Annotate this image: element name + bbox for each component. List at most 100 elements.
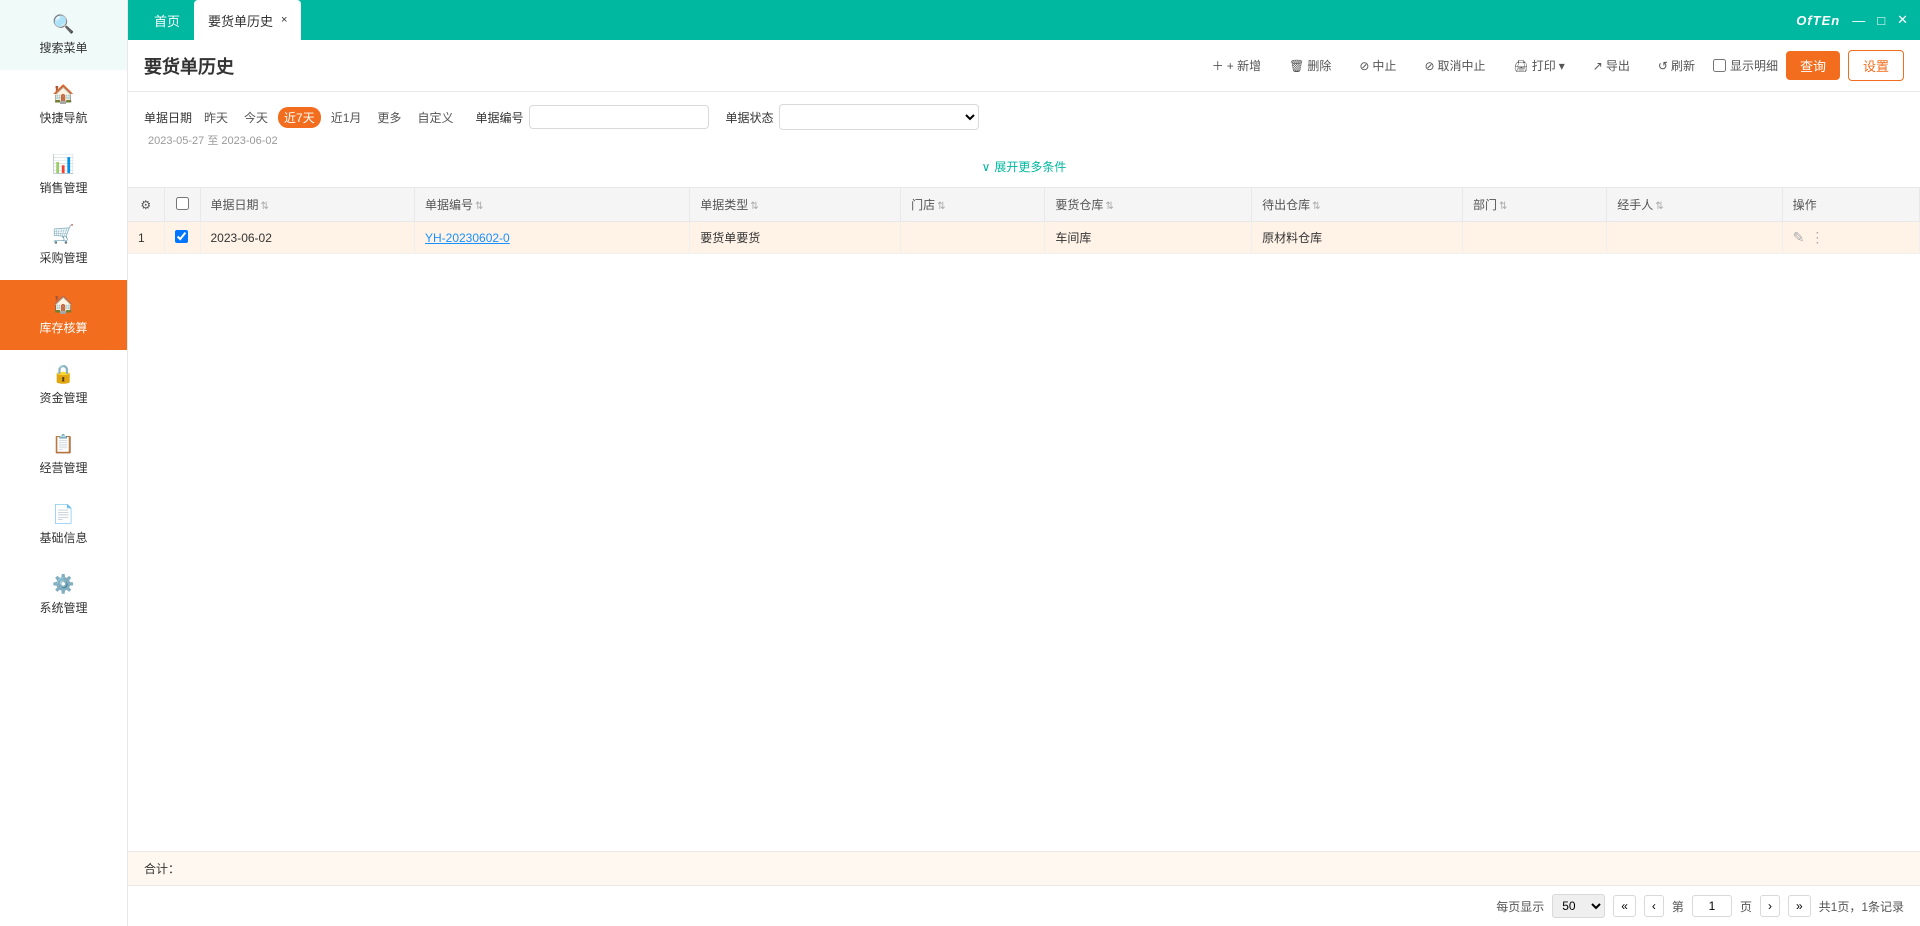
- data-table: ⚙ 单据日期⇅ 单据编号⇅ 单据类型⇅: [128, 188, 1920, 254]
- cancel-stop-button[interactable]: ⊘ 取消中止: [1414, 52, 1495, 79]
- doc-number-label: 单据编号: [475, 109, 523, 126]
- sidebar-item-search-menu[interactable]: 🔍 搜索菜单: [0, 0, 127, 70]
- basic-info-icon: 📄: [52, 504, 74, 525]
- filter-bar: 单据日期 昨天 今天 近7天 近1月 更多 自定义 单据编号: [128, 92, 1920, 188]
- system-icon: ⚙️: [52, 574, 74, 595]
- td-doc-number[interactable]: YH-20230602-0: [414, 222, 689, 254]
- th-pending-warehouse[interactable]: 待出仓库⇅: [1252, 188, 1463, 222]
- refresh-button[interactable]: ↺ 刷新: [1648, 52, 1705, 79]
- delete-button[interactable]: 🗑 删除: [1279, 52, 1341, 79]
- sidebar: 🔍 搜索菜单 🏠 快捷导航 📊 销售管理 🛒 采购管理 🏠 库存核算 🔒 资金管…: [0, 0, 128, 926]
- date-btn-custom[interactable]: 自定义: [411, 107, 459, 128]
- sidebar-item-finance-mgmt[interactable]: 🔒 资金管理: [0, 350, 127, 420]
- sidebar-item-operations-mgmt[interactable]: 📋 经营管理: [0, 420, 127, 490]
- th-doc-type[interactable]: 单据类型⇅: [690, 188, 901, 222]
- sidebar-item-sales-mgmt[interactable]: 📊 销售管理: [0, 140, 127, 210]
- last-page-btn[interactable]: »: [1788, 895, 1811, 917]
- sidebar-item-inventory[interactable]: 🏠 库存核算: [0, 280, 127, 350]
- cancel-stop-label: 取消中止: [1438, 57, 1486, 74]
- export-button[interactable]: ↗ 导出: [1583, 52, 1640, 79]
- sort-icon-handler: ⇅: [1655, 201, 1663, 212]
- close-window-icon[interactable]: ✕: [1897, 12, 1908, 28]
- delete-icon: 🗑: [1289, 59, 1304, 73]
- doc-number-input[interactable]: [529, 105, 709, 129]
- page-suffix: 页: [1740, 898, 1752, 915]
- maximize-icon[interactable]: □: [1877, 13, 1885, 28]
- sidebar-item-quick-nav[interactable]: 🏠 快捷导航: [0, 70, 127, 140]
- td-index: 1: [128, 222, 164, 254]
- per-page-select[interactable]: 50 20 100: [1552, 894, 1605, 918]
- show-detail-checkbox-input[interactable]: [1713, 59, 1726, 72]
- cancel-stop-icon: ⊘: [1424, 59, 1434, 73]
- page-header: 要货单历史 ＋ + 新增 🗑 删除 ⊘ 中止 ⊘ 取消中止: [128, 40, 1920, 92]
- doc-number-link[interactable]: YH-20230602-0: [425, 231, 510, 245]
- page-input[interactable]: [1692, 895, 1732, 917]
- sort-icon-date: ⇅: [261, 201, 269, 212]
- date-btn-more[interactable]: 更多: [371, 107, 407, 128]
- th-doc-date[interactable]: 单据日期⇅: [200, 188, 414, 222]
- date-btn-1month[interactable]: 近1月: [325, 107, 368, 128]
- minimize-icon[interactable]: —: [1852, 13, 1865, 28]
- toolbar: ＋ + 新增 🗑 删除 ⊘ 中止 ⊘ 取消中止 🖨 打印: [1202, 50, 1904, 81]
- sidebar-item-label: 系统管理: [39, 599, 87, 616]
- export-icon: ↗: [1593, 59, 1603, 73]
- main-area: 首页 要货单历史 × OfTEn — □ ✕ 要货单历史 ＋ + 新增 🗑: [128, 0, 1920, 926]
- table-footer: 合计：: [128, 851, 1920, 885]
- td-pending-warehouse: 原材料仓库: [1252, 222, 1463, 254]
- select-all-checkbox[interactable]: [176, 197, 189, 210]
- tab-active[interactable]: 要货单历史 ×: [194, 0, 301, 40]
- date-btn-yesterday[interactable]: 昨天: [198, 107, 234, 128]
- th-store[interactable]: 门店⇅: [901, 188, 1045, 222]
- export-label: 导出: [1606, 57, 1630, 74]
- row-checkbox[interactable]: [175, 230, 188, 243]
- inventory-icon: 🏠: [52, 294, 74, 315]
- filter-row: 单据日期 昨天 今天 近7天 近1月 更多 自定义 单据编号: [144, 104, 1904, 130]
- th-req-warehouse[interactable]: 要货仓库⇅: [1045, 188, 1252, 222]
- sidebar-item-purchase-mgmt[interactable]: 🛒 采购管理: [0, 210, 127, 280]
- delete-label: 删除: [1307, 57, 1331, 74]
- td-actions: ✎ ⋮: [1782, 222, 1919, 254]
- expand-more-btn[interactable]: ∨ 展开更多条件: [144, 154, 1904, 179]
- sidebar-item-label: 资金管理: [39, 389, 87, 406]
- show-detail-toggle[interactable]: 显示明细: [1713, 57, 1778, 74]
- td-department: [1462, 222, 1606, 254]
- new-label: + 新增: [1227, 57, 1261, 74]
- print-button[interactable]: 🖨 打印 ▾: [1504, 52, 1575, 79]
- th-handler[interactable]: 经手人⇅: [1607, 188, 1782, 222]
- total-info: 共1页，1条记录: [1819, 898, 1904, 915]
- purchase-icon: 🛒: [52, 224, 74, 245]
- sidebar-item-system-mgmt[interactable]: ⚙️ 系统管理: [0, 560, 127, 630]
- tab-home[interactable]: 首页: [140, 0, 194, 40]
- per-page-label: 每页显示: [1496, 898, 1544, 915]
- date-range-text: 2023-05-27 至 2023-06-02: [148, 135, 278, 147]
- sort-icon-req-wh: ⇅: [1105, 201, 1113, 212]
- doc-status-select[interactable]: [779, 104, 979, 130]
- date-btn-today[interactable]: 今天: [238, 107, 274, 128]
- row-edit-icon[interactable]: ✎: [1793, 229, 1805, 246]
- settings-button[interactable]: 设置: [1848, 50, 1904, 81]
- th-settings[interactable]: ⚙: [128, 188, 164, 222]
- th-checkbox[interactable]: [164, 188, 200, 222]
- th-doc-number[interactable]: 单据编号⇅: [414, 188, 689, 222]
- total-label: 合计：: [144, 862, 180, 876]
- quick-nav-icon: 🏠: [52, 84, 74, 105]
- first-page-btn[interactable]: «: [1613, 895, 1636, 917]
- td-checkbox[interactable]: [164, 222, 200, 254]
- stop-button[interactable]: ⊘ 中止: [1349, 52, 1406, 79]
- prev-page-btn[interactable]: ‹: [1644, 895, 1664, 917]
- query-button[interactable]: 查询: [1786, 51, 1840, 80]
- th-department[interactable]: 部门⇅: [1462, 188, 1606, 222]
- sidebar-item-label: 库存核算: [39, 319, 87, 336]
- new-button[interactable]: ＋ + 新增: [1202, 52, 1271, 79]
- stop-label: 中止: [1372, 57, 1396, 74]
- stop-icon: ⊘: [1359, 59, 1369, 73]
- row-more-icon[interactable]: ⋮: [1810, 229, 1824, 246]
- date-btn-7days[interactable]: 近7天: [278, 107, 321, 128]
- tab-home-label: 首页: [154, 11, 180, 30]
- next-page-btn[interactable]: ›: [1760, 895, 1780, 917]
- operations-icon: 📋: [52, 434, 74, 455]
- sidebar-item-basic-info[interactable]: 📄 基础信息: [0, 490, 127, 560]
- refresh-label: 刷新: [1671, 57, 1695, 74]
- table-header-row: ⚙ 单据日期⇅ 单据编号⇅ 单据类型⇅: [128, 188, 1920, 222]
- tab-close-icon[interactable]: ×: [281, 14, 287, 26]
